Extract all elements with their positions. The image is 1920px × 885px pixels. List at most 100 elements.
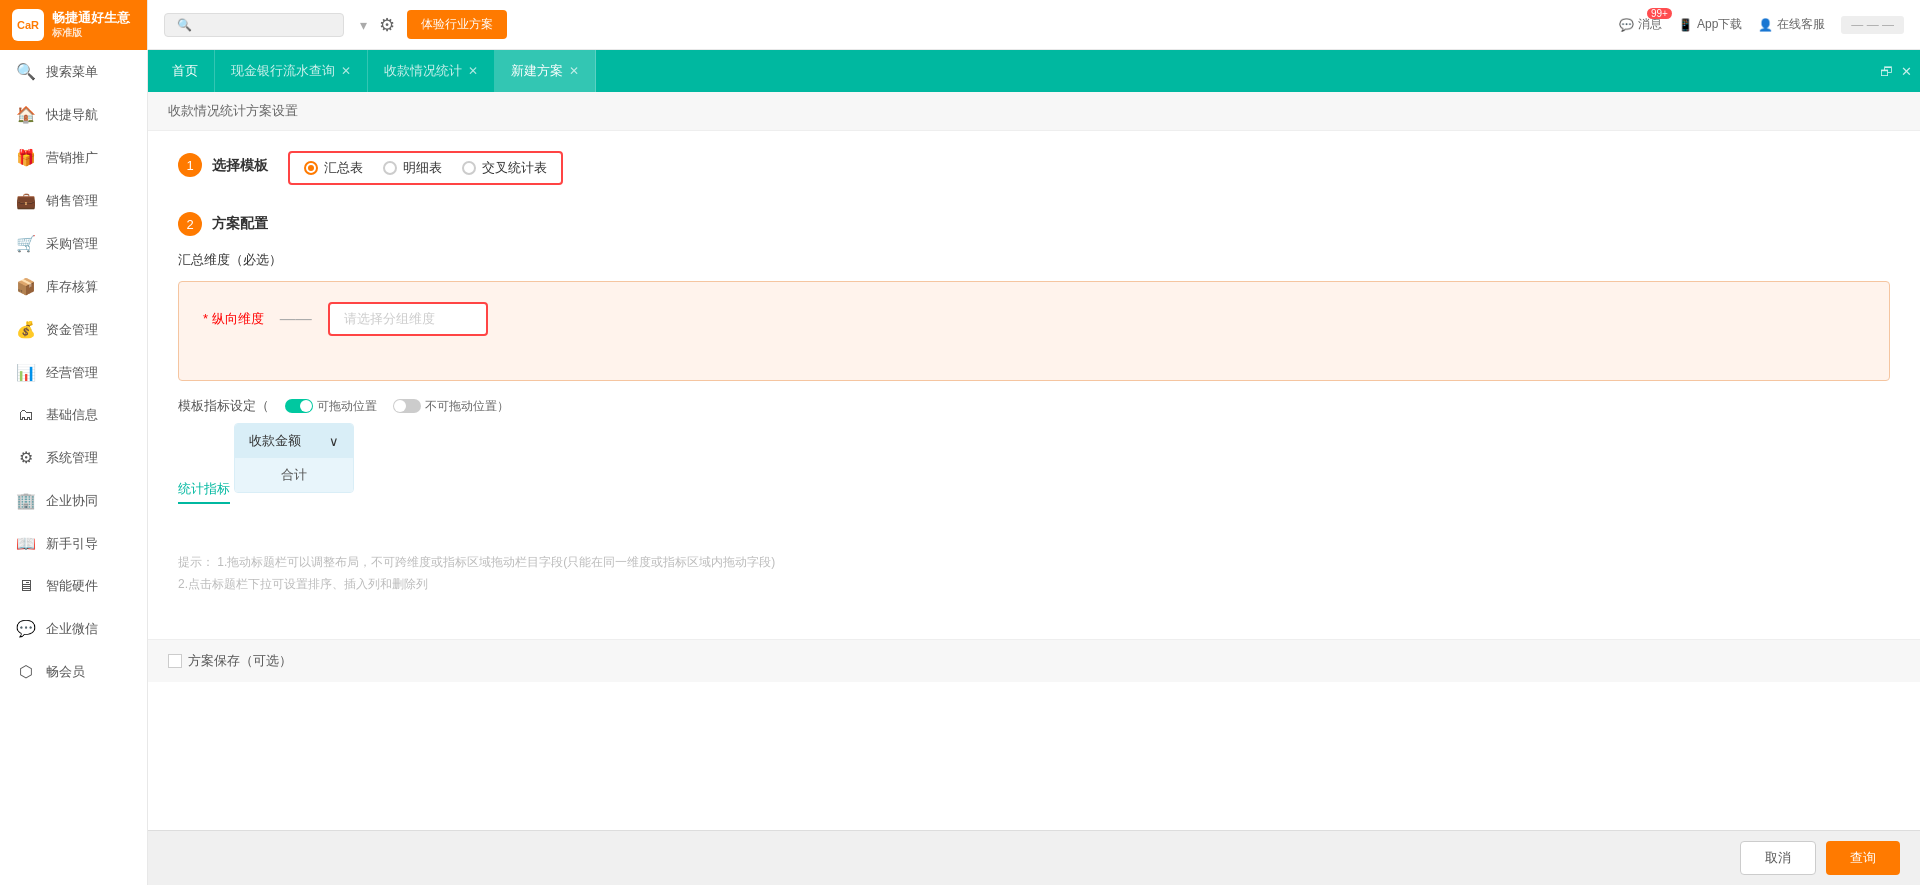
tab-receipt-stats[interactable]: 收款情况统计 ✕ [368, 50, 495, 92]
footer-actions: 取消 查询 [148, 830, 1920, 885]
radio-summary[interactable]: 汇总表 [304, 159, 363, 177]
query-button[interactable]: 查询 [1826, 841, 1900, 875]
tab-new-plan[interactable]: 新建方案 ✕ [495, 50, 596, 92]
settings-icon[interactable]: ⚙ [379, 14, 395, 36]
content-inner: 收款情况统计方案设置 1 选择模板 汇总表 [148, 92, 1920, 830]
step2-label: 方案配置 [212, 209, 268, 237]
sidebar-item-label: 智能硬件 [46, 577, 98, 595]
sidebar-item-label: 经营管理 [46, 364, 98, 382]
search-input-icon: 🔍 [177, 18, 192, 32]
template-radio-group: 汇总表 明细表 交叉统计表 [288, 151, 563, 185]
radio-detail[interactable]: 明细表 [383, 159, 442, 177]
monitor-icon: 🖥 [16, 577, 36, 595]
tab-receipt-stats-close[interactable]: ✕ [468, 64, 478, 78]
tab-bank-flow-close[interactable]: ✕ [341, 64, 351, 78]
sidebar-item-finance[interactable]: 💰 资金管理 [0, 308, 147, 351]
save-checkbox[interactable] [168, 654, 182, 668]
topbar: 🔍 ▾ ⚙ 体验行业方案 💬 消息 99+ 📱 App下载 👤 在线客服 — —… [148, 0, 1920, 50]
tabbar: 首页 现金银行流水查询 ✕ 收款情况统计 ✕ 新建方案 ✕ 🗗 ✕ [148, 50, 1920, 92]
step2-num: 2 [178, 212, 202, 236]
restore-icon[interactable]: 🗗 [1880, 64, 1893, 79]
sidebar-item-purchase[interactable]: 🛒 采购管理 [0, 222, 147, 265]
save-option-text: 方案保存（可选） [188, 652, 292, 670]
notification-badge[interactable]: 💬 消息 99+ [1619, 16, 1662, 33]
download-icon: 📱 [1678, 18, 1693, 32]
sidebar-item-label: 采购管理 [46, 235, 98, 253]
logo-name: 畅捷通好生意 [52, 10, 130, 26]
step2-row: 2 方案配置 汇总维度（必选） * 纵向维度 —— 请选择分组维度 [178, 209, 1890, 595]
search-icon: 🔍 [16, 62, 36, 81]
cart-icon: 🛒 [16, 234, 36, 253]
sidebar-item-search-menu[interactable]: 🔍 搜索菜单 [0, 50, 147, 93]
metrics-config: 模板指标设定（ 可拖动位置 不可拖动位置） [178, 397, 1890, 512]
dimension-select-placeholder: 请选择分组维度 [344, 310, 435, 328]
metrics-column-name: 收款金额 [249, 432, 301, 450]
member-icon: ⬡ [16, 662, 36, 681]
notification-icon: 💬 [1619, 18, 1634, 32]
sidebar-item-label: 企业协同 [46, 492, 98, 510]
sidebar-logo: CaR 畅捷通好生意 标准版 [0, 0, 147, 50]
metrics-table-header[interactable]: 收款金额 ∨ [235, 424, 353, 458]
tabbar-actions: 🗗 ✕ [1880, 64, 1912, 79]
step1-label: 选择模板 [212, 151, 268, 179]
sub-section-dimension: 汇总维度（必选） * 纵向维度 —— 请选择分组维度 [178, 251, 1890, 595]
metrics-header: 模板指标设定（ 可拖动位置 不可拖动位置） [178, 397, 1890, 415]
sidebar-item-label: 库存核算 [46, 278, 98, 296]
sidebar-item-label: 系统管理 [46, 449, 98, 467]
arrow: —— [280, 310, 312, 328]
service-btn[interactable]: 👤 在线客服 [1758, 16, 1825, 33]
tab-new-plan-close[interactable]: ✕ [569, 64, 579, 78]
sidebar-item-basic[interactable]: 🗂 基础信息 [0, 394, 147, 436]
sidebar-item-label: 基础信息 [46, 406, 98, 424]
save-option-label[interactable]: 方案保存（可选） [168, 652, 292, 670]
building-icon: 🏢 [16, 491, 36, 510]
download-btn[interactable]: 📱 App下载 [1678, 16, 1742, 33]
tab-bank-flow-label: 现金银行流水查询 [231, 62, 335, 80]
sidebar-item-business[interactable]: 📊 经营管理 [0, 351, 147, 394]
cancel-button[interactable]: 取消 [1740, 841, 1816, 875]
trial-btn[interactable]: 体验行业方案 [407, 10, 507, 39]
content-area: 收款情况统计方案设置 1 选择模板 汇总表 [148, 92, 1920, 830]
radio-detail-label: 明细表 [403, 159, 442, 177]
gear-icon: ⚙ [16, 448, 36, 467]
form-section: 1 选择模板 汇总表 明细表 [148, 131, 1920, 639]
radio-detail-circle [383, 161, 397, 175]
sidebar-item-enterprise[interactable]: 🏢 企业协同 [0, 479, 147, 522]
metrics-dropdown-icon[interactable]: ∨ [329, 434, 339, 449]
sidebar-item-guide[interactable]: 📖 新手引导 [0, 522, 147, 565]
sidebar-item-stock[interactable]: 📦 库存核算 [0, 265, 147, 308]
sidebar-item-hardware[interactable]: 🖥 智能硬件 [0, 565, 147, 607]
topbar-dropdown-icon[interactable]: ▾ [360, 17, 367, 33]
sidebar-item-sales[interactable]: 💼 销售管理 [0, 179, 147, 222]
topbar-search-box[interactable]: 🔍 [164, 13, 344, 37]
dimension-row: * 纵向维度 —— 请选择分组维度 [203, 302, 1865, 336]
service-icon: 👤 [1758, 18, 1773, 32]
drag-toggle[interactable] [285, 399, 313, 413]
close-icon[interactable]: ✕ [1901, 64, 1912, 79]
hint-text: 提示： 1.拖动标题栏可以调整布局，不可跨维度或指标区域拖动栏目字段(只能在同一… [178, 552, 1890, 595]
download-label: App下载 [1697, 16, 1742, 33]
dimension-select[interactable]: 请选择分组维度 [328, 302, 488, 336]
sidebar-item-label: 资金管理 [46, 321, 98, 339]
tab-bank-flow[interactable]: 现金银行流水查询 ✕ [215, 50, 368, 92]
folder-icon: 🗂 [16, 406, 36, 424]
draggable-label: 可拖动位置 [317, 398, 377, 415]
tab-home[interactable]: 首页 [156, 50, 215, 92]
sidebar-item-quick-nav[interactable]: 🏠 快捷导航 [0, 93, 147, 136]
sidebar-item-system[interactable]: ⚙ 系统管理 [0, 436, 147, 479]
radio-summary-label: 汇总表 [324, 159, 363, 177]
sidebar-item-label: 营销推广 [46, 149, 98, 167]
metrics-section-label: 统计指标 [178, 480, 230, 504]
book-icon: 📖 [16, 534, 36, 553]
gift-icon: 🎁 [16, 148, 36, 167]
no-drag-toggle[interactable] [393, 399, 421, 413]
dimension-title: 汇总维度（必选） [178, 251, 1890, 269]
sidebar-item-member[interactable]: ⬡ 畅会员 [0, 650, 147, 693]
radio-cross[interactable]: 交叉统计表 [462, 159, 547, 177]
radio-summary-circle [304, 161, 318, 175]
topbar-right: 💬 消息 99+ 📱 App下载 👤 在线客服 — — — [1619, 16, 1904, 34]
chart-icon: 📊 [16, 363, 36, 382]
sidebar-item-marketing[interactable]: 🎁 营销推广 [0, 136, 147, 179]
dimension-area: * 纵向维度 —— 请选择分组维度 [178, 281, 1890, 381]
sidebar-item-wechat[interactable]: 💬 企业微信 [0, 607, 147, 650]
